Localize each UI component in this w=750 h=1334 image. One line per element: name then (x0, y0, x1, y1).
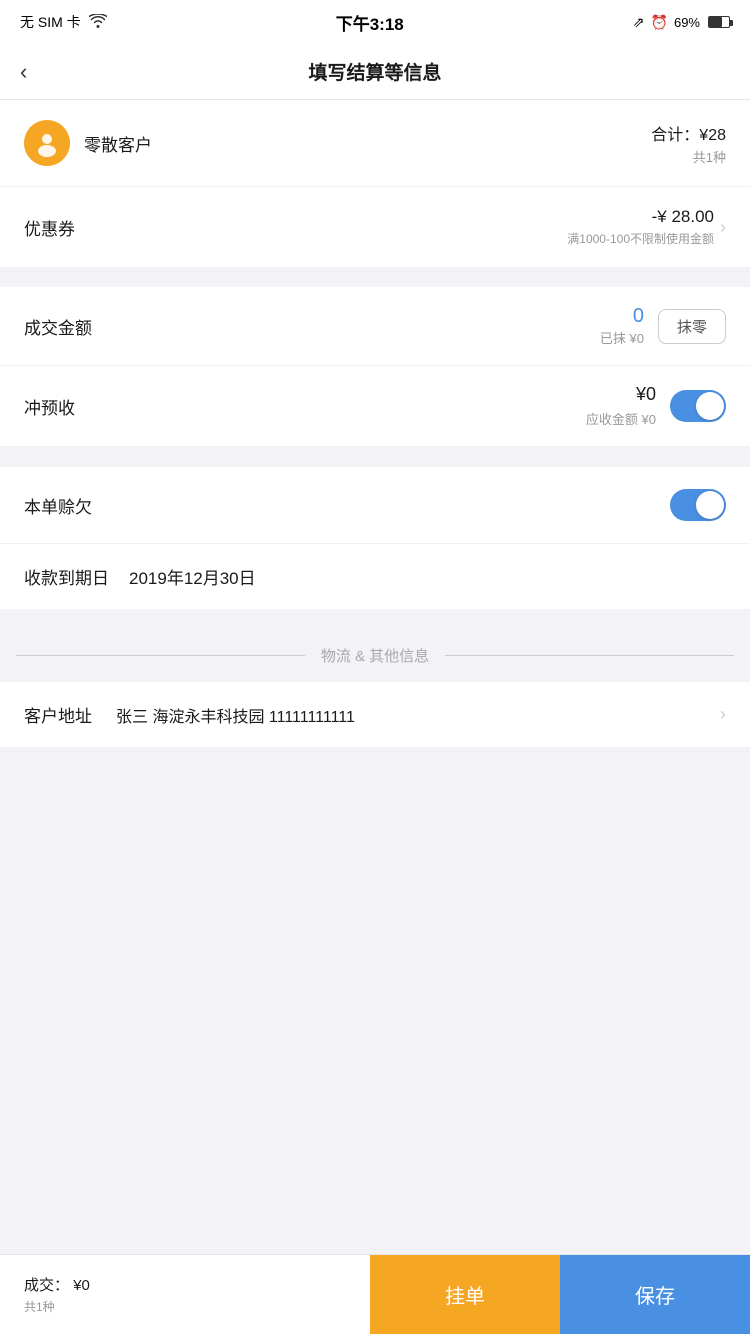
battery-icon (708, 16, 730, 28)
divider-2 (0, 457, 750, 467)
coupon-info: -¥ 28.00 满1000-100不限制使用金额 (567, 207, 714, 247)
deal-amount-row: 成交金额 0 已抹 ¥0 抹零 (0, 287, 750, 366)
debt-row: 本单赊欠 (0, 467, 750, 543)
divider-1 (0, 277, 750, 287)
divider-3 (0, 619, 750, 629)
location-icon: ⇗ (633, 14, 645, 31)
status-bar: 无 SIM 卡 下午3:18 ⇗ ⏰ 69% (0, 0, 750, 44)
coupon-right: -¥ 28.00 满1000-100不限制使用金额 › (567, 207, 726, 247)
customer-name: 零散客户 (84, 131, 152, 156)
wifi-icon (89, 14, 107, 31)
battery-text: 69% (674, 15, 700, 30)
debt-label: 本单赊欠 (24, 493, 92, 518)
bottom-deal-value: ¥0 (73, 1277, 90, 1294)
customer-section: 零散客户 合计：¥28 共1种 优惠券 -¥ 28.00 满1000-100不限… (0, 100, 750, 267)
bottom-deal-label: 成交： (24, 1277, 69, 1294)
due-date-row: 收款到期日 2019年12月30日 (0, 543, 750, 609)
deal-amount-section: 成交金额 0 已抹 ¥0 抹零 冲预收 ¥0 应收金额 ¥0 (0, 287, 750, 447)
round-down-button[interactable]: 抹零 (658, 309, 726, 344)
coupon-description: 满1000-100不限制使用金额 (567, 230, 714, 247)
customer-avatar (24, 120, 70, 166)
debt-toggle[interactable] (670, 489, 726, 521)
due-date-label: 收款到期日 (24, 564, 109, 589)
nav-bar: ‹ 填写结算等信息 (0, 44, 750, 100)
customer-total: 合计：¥28 共1种 (651, 121, 726, 166)
deal-amount-label: 成交金额 (24, 314, 114, 339)
address-label: 客户地址 (24, 702, 104, 727)
address-section: 客户地址 张三 海淀永丰科技园 11111111111 › (0, 682, 750, 747)
coupon-label: 优惠券 (24, 215, 75, 240)
debt-section: 本单赊欠 收款到期日 2019年12月30日 (0, 467, 750, 609)
empty-space (0, 757, 750, 957)
address-row[interactable]: 客户地址 张三 海淀永丰科技园 11111111111 › (0, 682, 750, 747)
deal-amount-right: 0 已抹 ¥0 抹零 (600, 305, 726, 347)
advance-main-val: ¥0 (586, 384, 656, 405)
address-chevron-right-icon: › (720, 704, 726, 725)
status-time: 下午3:18 (336, 10, 404, 35)
advance-sub-val: 应收金额 ¥0 (586, 409, 656, 428)
coupon-row[interactable]: 优惠券 -¥ 28.00 满1000-100不限制使用金额 › (0, 186, 750, 267)
status-left: 无 SIM 卡 (20, 12, 107, 32)
no-sim-text: 无 SIM 卡 (20, 12, 81, 32)
logistics-label: 物流 & 其他信息 (305, 645, 445, 666)
advance-row: 冲预收 ¥0 应收金额 ¥0 (0, 366, 750, 447)
advance-right: ¥0 应收金额 ¥0 (586, 384, 726, 428)
address-value: 张三 海淀永丰科技园 11111111111 (116, 703, 708, 727)
total-count: 共1种 (651, 147, 726, 166)
back-button[interactable]: ‹ (20, 59, 27, 85)
logistics-line-right (445, 655, 734, 656)
status-right: ⇗ ⏰ 69% (633, 14, 730, 31)
bottom-count: 共1种 (24, 1298, 346, 1315)
total-amount: 合计：¥28 (651, 121, 726, 145)
pending-button[interactable]: 挂单 (370, 1255, 560, 1334)
coupon-amount: -¥ 28.00 (567, 207, 714, 227)
bottom-bar: 成交： ¥0 共1种 挂单 保存 (0, 1254, 750, 1334)
customer-row: 零散客户 合计：¥28 共1种 (0, 100, 750, 186)
bottom-summary: 成交： ¥0 共1种 (0, 1274, 370, 1315)
advance-values: ¥0 应收金额 ¥0 (586, 384, 656, 428)
customer-left: 零散客户 (24, 120, 152, 166)
deal-amount-value: 0 (600, 305, 644, 328)
logistics-line-left (16, 655, 305, 656)
advance-toggle[interactable] (670, 390, 726, 422)
page-title: 填写结算等信息 (308, 58, 441, 85)
bottom-deal-row: 成交： ¥0 (24, 1274, 346, 1295)
save-button[interactable]: 保存 (560, 1255, 750, 1334)
alarm-icon: ⏰ (651, 14, 668, 31)
logistics-header: 物流 & 其他信息 (0, 629, 750, 682)
deal-amount-sub: 已抹 ¥0 (600, 328, 644, 347)
coupon-chevron-right-icon: › (720, 217, 726, 238)
due-date-value: 2019年12月30日 (129, 564, 256, 589)
advance-label: 冲预收 (24, 394, 114, 419)
